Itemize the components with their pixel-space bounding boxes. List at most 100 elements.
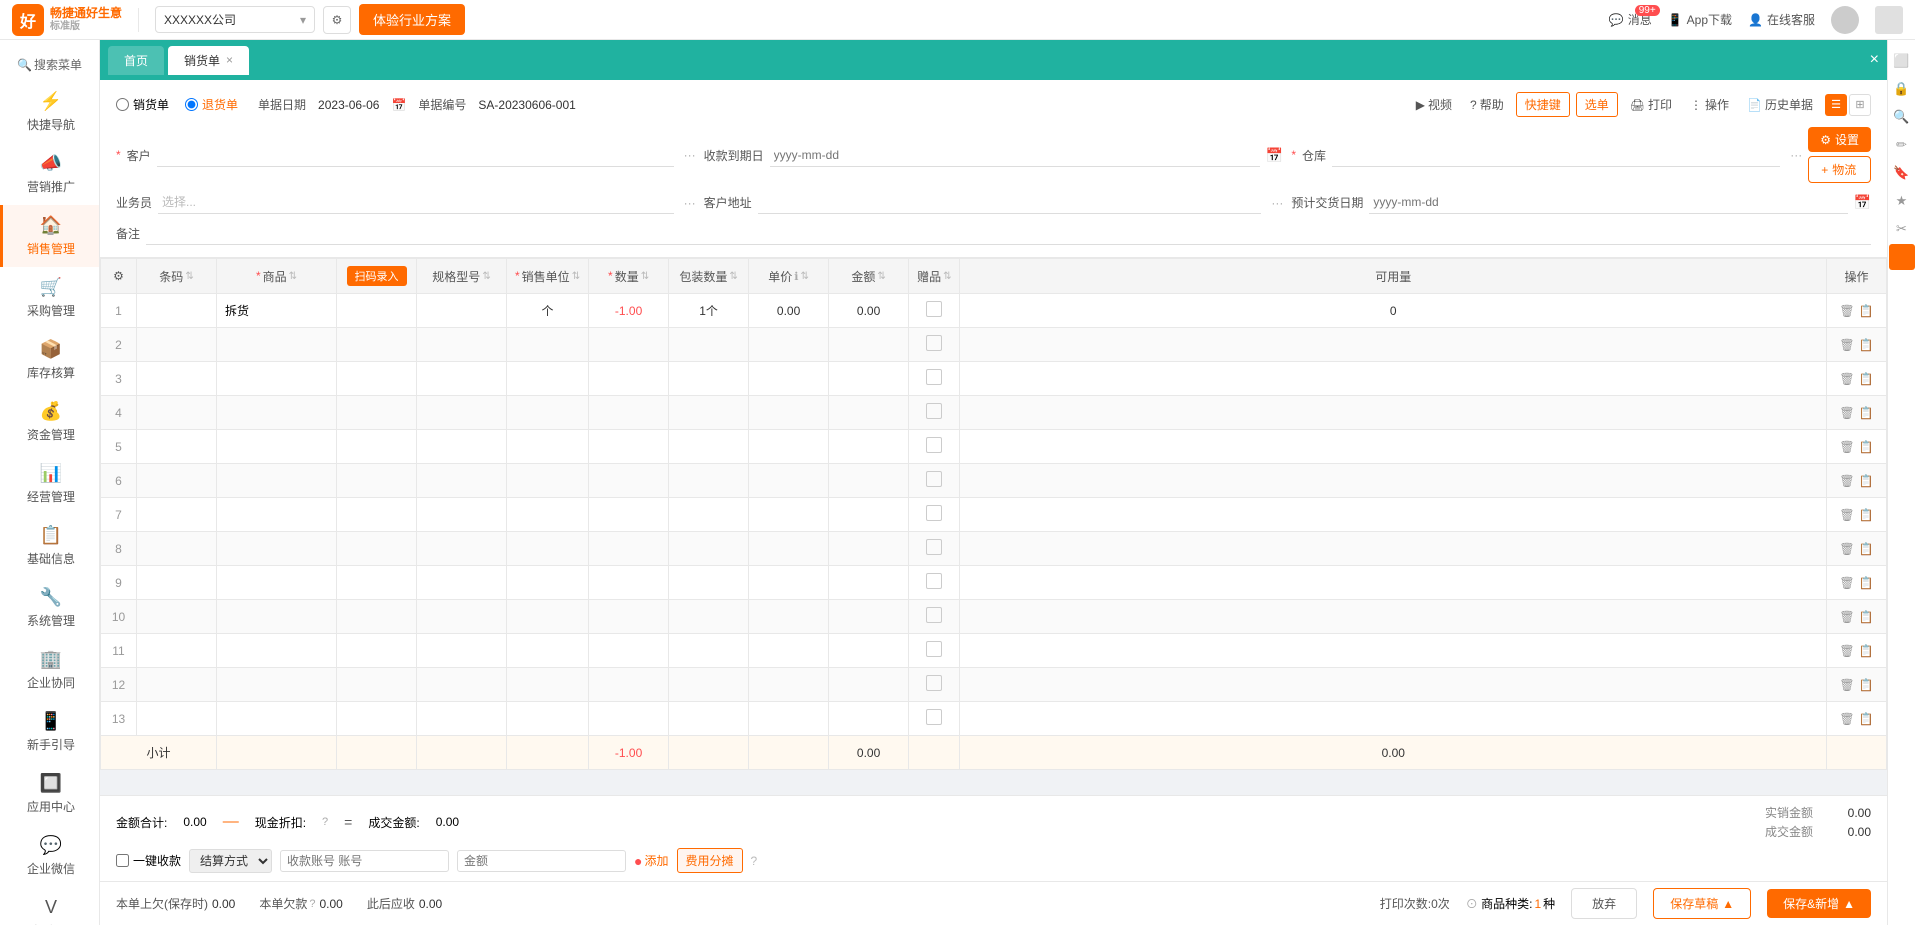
cell-spec[interactable] [417, 498, 507, 532]
spec-input[interactable] [425, 474, 498, 488]
barcode-input[interactable] [145, 610, 208, 624]
th-scan[interactable]: 扫码录入 [337, 259, 417, 294]
cell-product[interactable] [217, 362, 337, 396]
grid-view-btn[interactable]: ⊞ [1849, 94, 1871, 116]
sidebar-item-operations[interactable]: 📊 经营管理 [0, 453, 99, 515]
gift-checkbox[interactable] [926, 437, 942, 453]
cell-spec[interactable] [417, 600, 507, 634]
product-input[interactable] [225, 678, 328, 692]
cell-barcode[interactable] [137, 702, 217, 736]
cell-product[interactable] [217, 566, 337, 600]
payment-calendar-icon[interactable]: 📅 [1266, 147, 1283, 164]
product-input[interactable] [225, 644, 328, 658]
cell-gift[interactable] [909, 702, 960, 736]
delete-icon[interactable]: 🗑 [1839, 712, 1854, 726]
delete-icon[interactable]: 🗑 [1839, 338, 1854, 352]
video-btn[interactable]: ▶ 视频 [1410, 93, 1458, 116]
barcode-input[interactable] [145, 712, 208, 726]
cell-product[interactable] [217, 328, 337, 362]
product-input[interactable] [225, 406, 328, 420]
gift-checkbox[interactable] [926, 675, 942, 691]
gift-checkbox[interactable] [926, 471, 942, 487]
spec-input[interactable] [425, 712, 498, 726]
right-panel-star-icon[interactable]: ★ [1889, 188, 1915, 214]
cell-gift[interactable] [909, 328, 960, 362]
sidebar-item-wechat[interactable]: 💬 企业微信 [0, 825, 99, 887]
right-panel-lock-icon[interactable]: 🔒 [1889, 76, 1915, 102]
settlement-select[interactable]: 结算方式 [189, 849, 272, 873]
settings-icon[interactable]: ⚙ [323, 6, 351, 34]
right-panel-search-icon[interactable]: 🔍 [1889, 104, 1915, 130]
cell-barcode[interactable] [137, 464, 217, 498]
barcode-input[interactable] [145, 678, 208, 692]
spec-input[interactable] [425, 610, 498, 624]
customer-address-input[interactable] [758, 191, 1262, 214]
gift-checkbox[interactable] [926, 335, 942, 351]
delete-icon[interactable]: 🗑 [1839, 406, 1854, 420]
copy-icon[interactable]: 📋 [1859, 440, 1874, 454]
delete-icon[interactable]: 🗑 [1839, 678, 1854, 692]
product-input[interactable] [225, 576, 328, 590]
delete-icon[interactable]: 🗑 [1839, 576, 1854, 590]
search-menu[interactable]: 🔍 搜索菜单 [0, 48, 99, 81]
cell-gift[interactable] [909, 532, 960, 566]
cell-barcode[interactable] [137, 600, 217, 634]
sale-radio-input[interactable] [116, 98, 129, 111]
avatar[interactable] [1831, 6, 1859, 34]
cell-product[interactable] [217, 294, 337, 328]
cell-qty[interactable] [589, 362, 669, 396]
tab-sales-order[interactable]: 销货单 × [168, 46, 249, 75]
copy-icon[interactable]: 📋 [1859, 644, 1874, 658]
cell-spec[interactable] [417, 532, 507, 566]
product-input[interactable] [225, 372, 328, 386]
price-info-icon[interactable]: ℹ [794, 270, 798, 283]
window-close-btn[interactable]: × [1870, 51, 1879, 69]
copy-icon[interactable]: 📋 [1859, 338, 1874, 352]
cell-qty[interactable]: -1.00 [589, 294, 669, 328]
cell-product[interactable] [217, 396, 337, 430]
spec-input[interactable] [425, 406, 498, 420]
message-btn[interactable]: 💬 消息 99+ [1609, 11, 1652, 28]
address-dots[interactable]: ··· [1271, 196, 1283, 210]
sidebar-item-marketing[interactable]: 📣 营销推广 [0, 143, 99, 205]
scan-button[interactable]: 扫码录入 [347, 266, 407, 286]
cell-gift[interactable] [909, 294, 960, 328]
cell-spec[interactable] [417, 634, 507, 668]
barcode-input[interactable] [145, 440, 208, 454]
history-btn[interactable]: 📄 历史单据 [1741, 93, 1819, 116]
warehouse-dots[interactable]: ··· [1790, 148, 1802, 162]
copy-icon[interactable]: 📋 [1859, 576, 1874, 590]
product-input[interactable] [225, 303, 328, 317]
cell-product[interactable] [217, 532, 337, 566]
list-view-btn[interactable]: ☰ [1825, 94, 1847, 116]
delete-icon[interactable]: 🗑 [1839, 542, 1854, 556]
cell-product[interactable] [217, 430, 337, 464]
copy-icon[interactable]: 📋 [1859, 474, 1874, 488]
delete-icon[interactable]: 🗑 [1839, 440, 1854, 454]
copy-icon[interactable]: 📋 [1859, 542, 1874, 556]
delete-icon[interactable]: 🗑 [1839, 372, 1854, 386]
cell-qty[interactable] [589, 328, 669, 362]
gift-checkbox[interactable] [926, 709, 942, 725]
spec-input[interactable] [425, 372, 498, 386]
expected-calendar-icon[interactable]: 📅 [1854, 194, 1871, 211]
shortcut-btn[interactable]: 快捷键 [1516, 92, 1570, 117]
sidebar-item-member[interactable]: V 畅会员 [0, 887, 99, 925]
right-panel-orange-icon[interactable] [1889, 244, 1915, 270]
help-btn[interactable]: ? 帮助 [1464, 93, 1510, 116]
warehouse-input[interactable]: 建材仓 [1332, 144, 1780, 167]
right-panel-scissors-icon[interactable]: ✂ [1889, 216, 1915, 242]
save-new-btn[interactable]: 保存&新增 ▲ [1767, 889, 1871, 918]
customer-dots[interactable]: ··· [684, 148, 696, 162]
spec-input[interactable] [425, 644, 498, 658]
cell-spec[interactable] [417, 702, 507, 736]
salesperson-input[interactable] [158, 191, 674, 214]
product-input[interactable] [225, 440, 328, 454]
sidebar-item-quick-nav[interactable]: ⚡ 快捷导航 [0, 81, 99, 143]
customer-input[interactable] [157, 144, 674, 167]
th-gear[interactable]: ⚙ [101, 259, 137, 294]
cell-gift[interactable] [909, 566, 960, 600]
sidebar-item-inventory[interactable]: 📦 库存核算 [0, 329, 99, 391]
copy-icon[interactable]: 📋 [1859, 712, 1874, 726]
cell-gift[interactable] [909, 396, 960, 430]
